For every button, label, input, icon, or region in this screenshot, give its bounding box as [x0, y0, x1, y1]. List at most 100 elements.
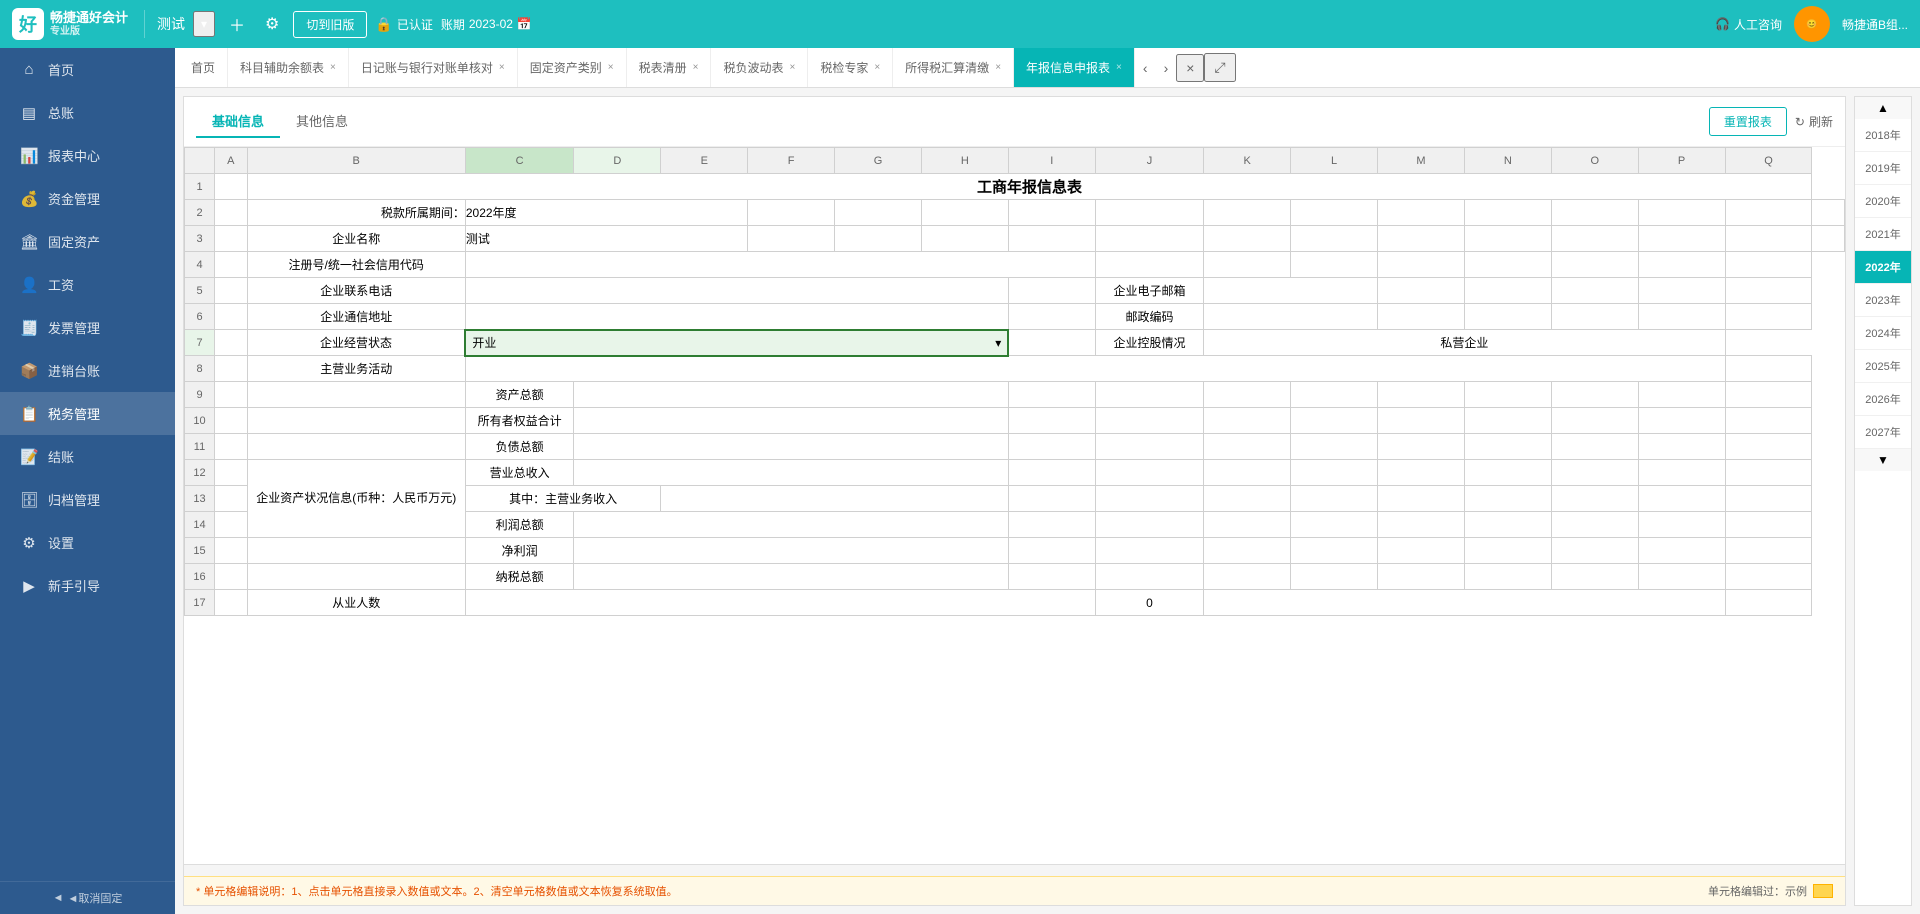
cell-15-j[interactable] — [1095, 538, 1204, 564]
cell-9-p[interactable] — [1638, 382, 1725, 408]
cell-6-i[interactable] — [1008, 304, 1095, 330]
cell-6-m[interactable] — [1378, 304, 1465, 330]
cell-3-e[interactable] — [748, 226, 835, 252]
cell-5-n[interactable] — [1464, 278, 1551, 304]
cell-10-c[interactable]: 所有者权益合计 — [465, 408, 574, 434]
sidebar-item-invoice[interactable]: 🧾 发票管理 — [0, 306, 175, 349]
cell-14-p[interactable] — [1638, 512, 1725, 538]
tab-close-tax-form[interactable]: × — [693, 62, 699, 73]
cell-8-a[interactable] — [215, 356, 248, 382]
cell-11-i[interactable] — [1008, 434, 1095, 460]
cell-12-k[interactable] — [1204, 460, 1291, 486]
cell-10-l[interactable] — [1291, 408, 1378, 434]
cell-15-o[interactable] — [1551, 538, 1638, 564]
cell-14-m[interactable] — [1378, 512, 1465, 538]
cell-17-a[interactable] — [215, 590, 248, 616]
cell-4-j[interactable] — [1095, 252, 1204, 278]
cell-4-n[interactable] — [1464, 252, 1551, 278]
tab-tax-form[interactable]: 税表清册 × — [627, 48, 712, 88]
cell-15-i[interactable] — [1008, 538, 1095, 564]
cell-2-k[interactable] — [1291, 200, 1378, 226]
cell-16-j[interactable] — [1095, 564, 1204, 590]
cell-10-i[interactable] — [1008, 408, 1095, 434]
cell-10-n[interactable] — [1464, 408, 1551, 434]
cell-12-i[interactable] — [1008, 460, 1095, 486]
cell-3-g[interactable] — [921, 226, 1008, 252]
cell-12-p[interactable] — [1638, 460, 1725, 486]
cell-12-j[interactable] — [1095, 460, 1204, 486]
cell-3-m[interactable] — [1464, 226, 1551, 252]
calendar-icon[interactable]: 📅 — [517, 17, 532, 31]
cell-5-o[interactable] — [1551, 278, 1638, 304]
add-tab-btn[interactable]: ＋ — [223, 8, 251, 40]
cell-16-l[interactable] — [1291, 564, 1378, 590]
cell-5-p[interactable] — [1638, 278, 1725, 304]
sidebar-item-settings[interactable]: ⚙ 设置 — [0, 521, 175, 564]
cell-16-d[interactable] — [574, 564, 1008, 590]
cell-2-j[interactable] — [1204, 200, 1291, 226]
cell-15-q[interactable] — [1725, 538, 1812, 564]
cell-9-k[interactable] — [1204, 382, 1291, 408]
tab-fixed-assets-cat[interactable]: 固定资产类别 × — [518, 48, 627, 88]
tab-close-annual-report[interactable]: × — [1116, 62, 1122, 73]
cell-4-c[interactable] — [465, 252, 1095, 278]
tab-close-fixed-assets-cat[interactable]: × — [608, 62, 614, 73]
cell-9-o[interactable] — [1551, 382, 1638, 408]
cell-11-d[interactable] — [574, 434, 1008, 460]
cell-5-a[interactable] — [215, 278, 248, 304]
sidebar-item-tax[interactable]: 📋 税务管理 — [0, 392, 175, 435]
cell-15-l[interactable] — [1291, 538, 1378, 564]
tab-home[interactable]: 首页 — [179, 48, 228, 88]
cell-14-l[interactable] — [1291, 512, 1378, 538]
tab-close-all-btn[interactable]: × — [1176, 54, 1204, 82]
tab-annual-report[interactable]: 年报信息申报表 × — [1014, 48, 1135, 88]
cell-16-k[interactable] — [1204, 564, 1291, 590]
cell-4-p[interactable] — [1638, 252, 1725, 278]
cell-2-e[interactable] — [748, 200, 835, 226]
cell-6-n[interactable] — [1464, 304, 1551, 330]
sidebar-item-archive[interactable]: 🗄 归档管理 — [0, 478, 175, 521]
cell-15-n[interactable] — [1464, 538, 1551, 564]
cell-11-j[interactable] — [1095, 434, 1204, 460]
cell-5-b[interactable]: 企业联系电话 — [247, 278, 465, 304]
cell-3-k[interactable] — [1291, 226, 1378, 252]
cell-13-a[interactable] — [215, 486, 248, 512]
year-item-2024[interactable]: 2024年 — [1855, 317, 1911, 350]
year-item-2019[interactable]: 2019年 — [1855, 152, 1911, 185]
cell-8-b[interactable]: 主营业务活动 — [247, 356, 465, 382]
cell-14-q[interactable] — [1725, 512, 1812, 538]
cell-15-p[interactable] — [1638, 538, 1725, 564]
tab-close-aux-balance[interactable]: × — [330, 62, 336, 73]
cell-8-q[interactable] — [1725, 356, 1812, 382]
year-panel-up-btn[interactable]: ▲ — [1855, 97, 1911, 119]
cell-14-j[interactable] — [1095, 512, 1204, 538]
cell-7-j[interactable]: 企业控股情况 — [1095, 330, 1204, 356]
cell-11-p[interactable] — [1638, 434, 1725, 460]
cell-9-b[interactable] — [247, 382, 465, 408]
cell-10-q[interactable] — [1725, 408, 1812, 434]
sidebar-item-ledger[interactable]: ▤ 总账 — [0, 91, 175, 134]
cell-2-c[interactable]: 2022年度 — [465, 200, 747, 226]
cell-2-p[interactable] — [1725, 200, 1812, 226]
cell-2-i[interactable] — [1095, 200, 1204, 226]
cell-16-n[interactable] — [1464, 564, 1551, 590]
year-item-2025[interactable]: 2025年 — [1855, 350, 1911, 383]
cell-12-l[interactable] — [1291, 460, 1378, 486]
cell-6-k[interactable] — [1204, 304, 1378, 330]
cell-3-l[interactable] — [1378, 226, 1465, 252]
cell-2-b[interactable]: 税款所属期间： — [247, 200, 465, 226]
cell-15-d[interactable] — [574, 538, 1008, 564]
cell-3-f[interactable] — [835, 226, 922, 252]
user-avatar[interactable]: 😊 — [1794, 6, 1830, 42]
cell-16-a[interactable] — [215, 564, 248, 590]
settings-gear-icon[interactable]: ⚙ — [259, 10, 285, 38]
tab-close-income-tax[interactable]: × — [995, 62, 1001, 73]
cell-3-j[interactable] — [1204, 226, 1291, 252]
cell-5-c[interactable] — [465, 278, 1008, 304]
cell-17-b[interactable]: 从业人数 — [247, 590, 465, 616]
dropdown-cell[interactable]: 开业 ▾ — [466, 334, 1007, 351]
cell-11-c[interactable]: 负债总额 — [465, 434, 574, 460]
cell-7-i[interactable] — [1008, 330, 1095, 356]
cell-11-a[interactable] — [215, 434, 248, 460]
tab-close-journal-bank[interactable]: × — [499, 62, 505, 73]
